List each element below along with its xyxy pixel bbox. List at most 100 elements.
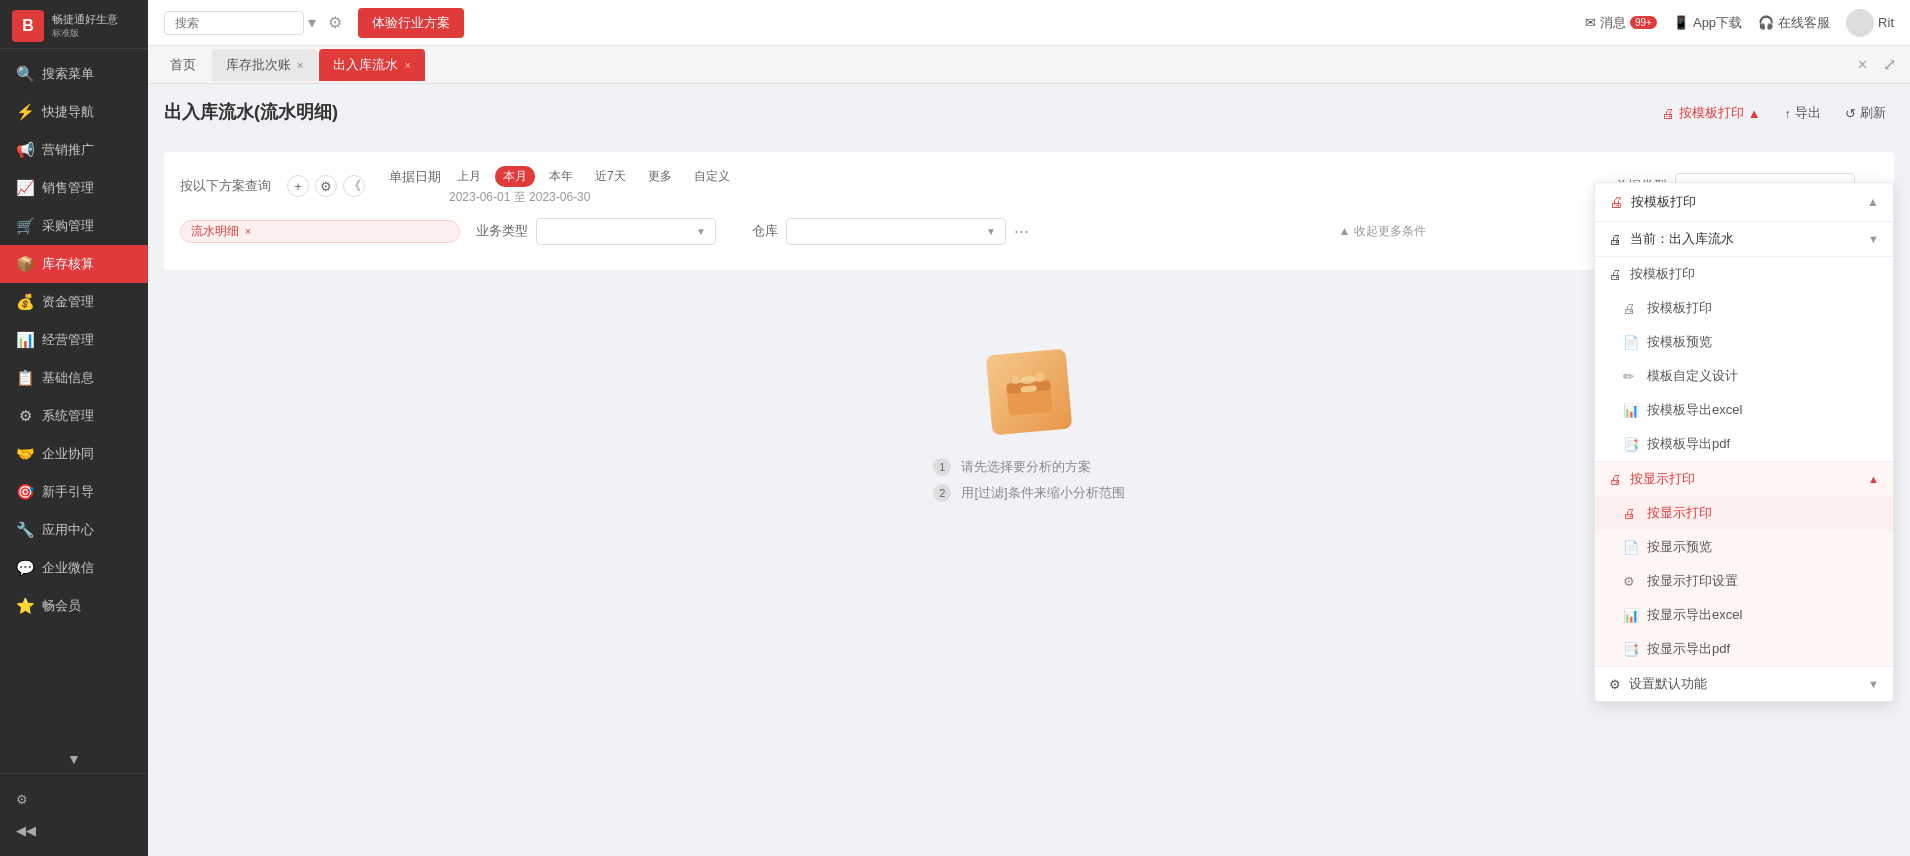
user-avatar-area[interactable]: Rit	[1846, 9, 1894, 37]
date-this-month[interactable]: 本月	[495, 166, 535, 187]
dropdown-current-section: 🖨 当前：出入库流水 ▼	[1595, 222, 1893, 257]
quicknav-label: 快捷导航	[42, 103, 94, 121]
dropdown-current-header: 🖨 当前：出入库流水 ▼	[1595, 222, 1893, 256]
tab-flow[interactable]: 出入库流水 ×	[319, 49, 424, 81]
marketing-icon: 📢	[16, 141, 34, 159]
sidebar-item-system[interactable]: ⚙系统管理	[0, 397, 148, 435]
warehouse-label: 仓库	[752, 222, 778, 240]
sidebar-item-basics[interactable]: 📋基础信息	[0, 359, 148, 397]
sidebar-item-operations[interactable]: 📊经营管理	[0, 321, 148, 359]
template-design-icon: ✏	[1623, 369, 1639, 384]
app-download-button[interactable]: 📱 App下载	[1673, 14, 1742, 32]
footer-label: 设置默认功能	[1629, 675, 1707, 693]
tab-flow-close[interactable]: ×	[404, 59, 410, 71]
wechat-icon: 💬	[16, 559, 34, 577]
sidebar-item-sales[interactable]: 📈销售管理	[0, 169, 148, 207]
sidebar-bottom: ⚙ ◀◀	[0, 773, 148, 856]
date-options: 上月 本月 本年 近7天 更多 自定义	[449, 166, 738, 187]
refresh-label: 刷新	[1860, 104, 1886, 122]
flow-tag-close[interactable]: ×	[245, 226, 251, 237]
purchase-icon: 🛒	[16, 217, 34, 235]
appcenter-icon: 🔧	[16, 521, 34, 539]
display-settings-item[interactable]: ⚙ 按显示打印设置	[1595, 564, 1893, 598]
tab-home-label: 首页	[170, 56, 196, 74]
template-excel-icon: 📊	[1623, 403, 1639, 418]
trial-button[interactable]: 体验行业方案	[358, 8, 464, 38]
window-expand-btn[interactable]: ⤢	[1877, 53, 1902, 76]
display-pdf-item[interactable]: 📑 按显示导出pdf	[1595, 632, 1893, 666]
export-label: 导出	[1795, 104, 1821, 122]
template-preview-icon: 📄	[1623, 335, 1639, 350]
biz-type-section: 业务类型	[476, 218, 716, 245]
message-badge: 99+	[1630, 16, 1657, 29]
date-range: 2023-06-01 至 2023-06-30	[449, 189, 738, 206]
sidebar-item-search[interactable]: 🔍搜索菜单	[0, 55, 148, 93]
sidebar-scroll-down[interactable]: ▼	[0, 745, 148, 773]
warehouse-more-btn[interactable]: ···	[1014, 221, 1029, 242]
refresh-btn[interactable]: ↺ 刷新	[1837, 100, 1894, 126]
date-more[interactable]: 更多	[640, 166, 680, 187]
export-btn[interactable]: ↑ 导出	[1777, 100, 1830, 126]
content: 首页 库存批次账 × 出入库流水 × × ⤢ 出入库流水(流水明细) 🖨	[148, 46, 1910, 856]
sidebar-item-guide[interactable]: 🎯新手引导	[0, 473, 148, 511]
dropdown-collapse-btn[interactable]: ▲	[1867, 195, 1879, 209]
date-last-month[interactable]: 上月	[449, 166, 489, 187]
sidebar-item-quicknav[interactable]: ⚡快捷导航	[0, 93, 148, 131]
sidebar-item-wechat[interactable]: 💬企业微信	[0, 549, 148, 587]
collapse-more-btn[interactable]: ▲ 收起更多条件	[1331, 219, 1435, 244]
logo-icon: B	[12, 10, 44, 42]
step-2-label: 用[过滤]条件来缩小分析范围	[961, 484, 1124, 502]
sidebar-item-marketing[interactable]: 📢 营销推广	[0, 131, 148, 169]
topbar-gear-icon[interactable]: ▾	[308, 13, 316, 32]
display-excel-icon: 📊	[1623, 608, 1639, 623]
dropdown-footer[interactable]: ⚙ 设置默认功能 ▼	[1595, 667, 1893, 701]
sidebar-item-collab[interactable]: 🤝企业协同	[0, 435, 148, 473]
warehouse-select[interactable]	[786, 218, 1006, 245]
sidebar-item-purchase[interactable]: 🛒采购管理	[0, 207, 148, 245]
display-print-item[interactable]: 🖨 按显示打印	[1595, 496, 1893, 530]
sidebar-item-appcenter[interactable]: 🔧应用中心	[0, 511, 148, 549]
date-last7days[interactable]: 近7天	[587, 166, 634, 187]
box-svg	[996, 359, 1061, 424]
window-close-btn[interactable]: ×	[1852, 54, 1873, 76]
template-excel-item[interactable]: 📊 按模板导出excel	[1595, 393, 1893, 427]
dropdown-print-icon: 🖨	[1609, 194, 1623, 210]
sidebar-item-settings[interactable]: ⚙	[0, 784, 148, 815]
filter-collapse-btn[interactable]: 《	[343, 175, 365, 197]
footer-left: ⚙ 设置默认功能	[1609, 675, 1707, 693]
print-template-btn[interactable]: 🖨 按模板打印 ▲	[1654, 100, 1769, 126]
message-button[interactable]: ✉ 消息 99+	[1585, 14, 1657, 32]
scroll-down-icon[interactable]: ▼	[67, 751, 81, 767]
tab-flow-label: 出入库流水	[333, 56, 398, 74]
app-download-label: App下载	[1693, 14, 1742, 32]
sidebar-item-member[interactable]: ⭐畅会员	[0, 587, 148, 625]
template-print-item[interactable]: 🖨 按模板打印	[1595, 291, 1893, 325]
template-pdf-item[interactable]: 📑 按模板导出pdf	[1595, 427, 1893, 461]
collapse-icon: ◀◀	[16, 823, 36, 838]
marketing-label: 营销推广	[42, 141, 94, 159]
online-service-button[interactable]: 🎧 在线客服	[1758, 14, 1830, 32]
tab-home[interactable]: 首页	[156, 49, 210, 81]
display-excel-item[interactable]: 📊 按显示导出excel	[1595, 598, 1893, 632]
tab-batch[interactable]: 库存批次账 ×	[212, 49, 317, 81]
finance-label: 资金管理	[42, 293, 94, 311]
sidebar-item-inventory[interactable]: 📦库存核算	[0, 245, 148, 283]
filter-settings-btn[interactable]: ⚙	[315, 175, 337, 197]
search-input[interactable]	[164, 11, 304, 35]
topbar-settings-icon[interactable]: ⚙	[328, 13, 342, 32]
collapse-up-icon: ▲	[1339, 224, 1351, 238]
template-preview-item[interactable]: 📄 按模板预览	[1595, 325, 1893, 359]
current-label: 当前：出入库流水	[1630, 230, 1734, 248]
date-this-year[interactable]: 本年	[541, 166, 581, 187]
display-preview-item[interactable]: 📄 按显示预览	[1595, 530, 1893, 564]
sidebar-item-collapse[interactable]: ◀◀	[0, 815, 148, 846]
display-settings-icon: ⚙	[1623, 574, 1639, 589]
filter-add-btn[interactable]: +	[287, 175, 309, 197]
filter-actions: + ⚙ 《	[287, 175, 365, 197]
display-section-header: 🖨 按显示打印 ▲	[1595, 462, 1893, 496]
date-custom[interactable]: 自定义	[686, 166, 738, 187]
biz-type-select[interactable]	[536, 218, 716, 245]
sidebar-item-finance[interactable]: 💰资金管理	[0, 283, 148, 321]
tab-batch-close[interactable]: ×	[297, 59, 303, 71]
template-design-item[interactable]: ✏ 模板自定义设计	[1595, 359, 1893, 393]
